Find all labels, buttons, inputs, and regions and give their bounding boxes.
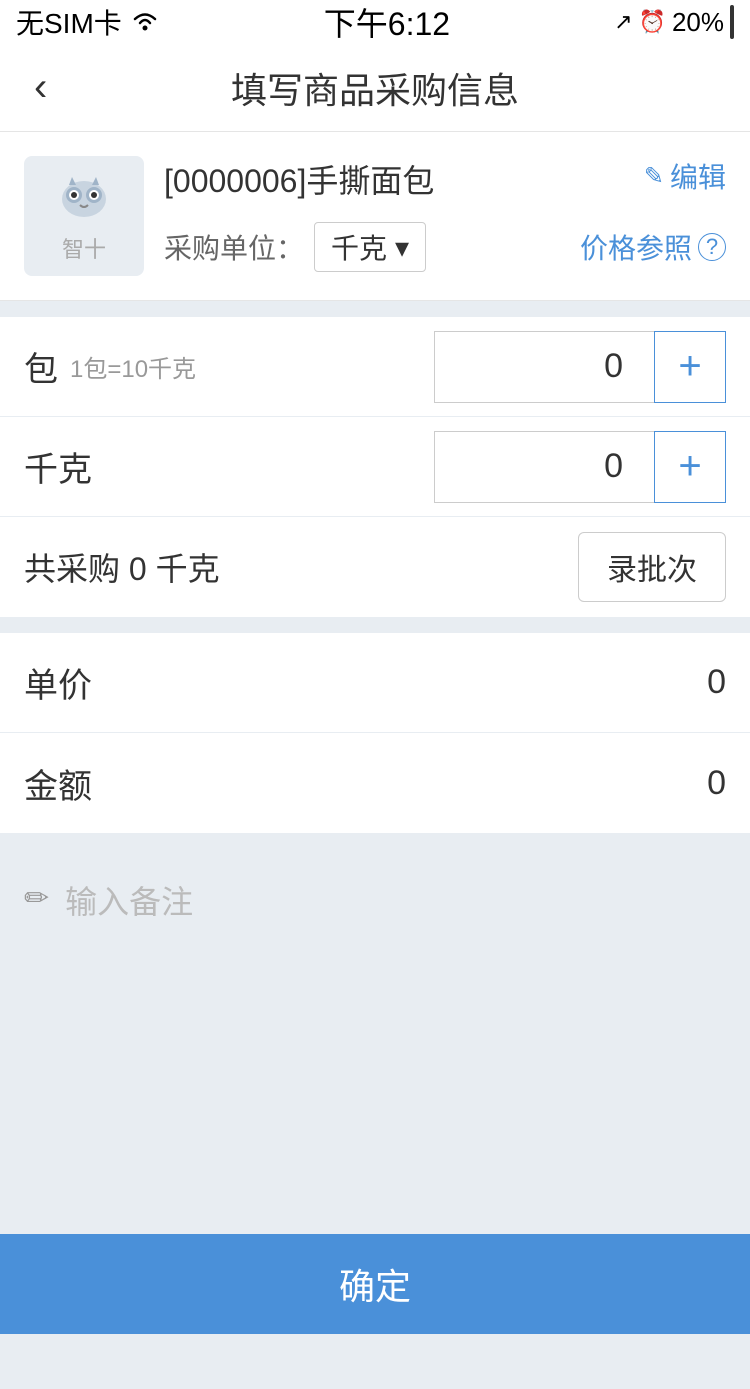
summary-text: 共采购 0 千克 (24, 544, 220, 590)
kg-input-row: 千克 + (0, 417, 750, 517)
divider-1 (0, 301, 750, 317)
divider-2 (0, 617, 750, 633)
owl-icon (54, 169, 114, 228)
bag-plus-icon: + (678, 344, 701, 389)
quantity-section: 包 1包=10千克 + 千克 + (0, 317, 750, 517)
page-title: 填写商品采购信息 (231, 62, 519, 114)
kg-label: 千克 (24, 442, 184, 491)
bag-input-wrap: + (434, 331, 726, 403)
owl-label: 智十 (62, 232, 106, 264)
purchase-unit-label: 采购单位： (164, 227, 304, 267)
back-button[interactable]: ‹ (24, 55, 57, 120)
unit-selector[interactable]: 千克 ▾ (314, 222, 426, 272)
confirm-bar[interactable]: 确定 (0, 1234, 750, 1334)
price-ref-icon: ? (698, 233, 726, 261)
amount-value: 0 (707, 764, 726, 803)
bag-sublabel: 1包=10千克 (70, 349, 196, 384)
summary-row: 共采购 0 千克 录批次 (0, 517, 750, 617)
product-image: 智十 (24, 156, 144, 276)
amount-row: 金额 0 (0, 733, 750, 833)
kg-input-wrap: + (434, 431, 726, 503)
nav-bar: ‹ 填写商品采购信息 (0, 44, 750, 132)
kg-quantity-input[interactable] (434, 431, 654, 503)
edit-label: 编辑 (670, 156, 726, 196)
status-right: ↗ ⏰ 20% (614, 7, 734, 38)
status-bar: 无SIM卡 下午6:12 ↗ ⏰ 20% (0, 0, 750, 44)
remark-section[interactable]: ✏ 输入备注 (0, 849, 750, 969)
kg-plus-icon: + (678, 444, 701, 489)
wifi-icon (130, 6, 160, 38)
unit-price-value: 0 (707, 663, 726, 702)
pencil-icon: ✏ (24, 881, 49, 916)
battery-percent: 20% (672, 7, 724, 38)
product-info: [0000006]手撕面包 ✎ 编辑 采购单位： 千克 ▾ 价格参照 ? (164, 156, 726, 272)
kg-label-text: 千克 (24, 442, 92, 491)
dropdown-icon: ▾ (395, 231, 409, 264)
bag-label: 包 1包=10千克 (24, 342, 196, 391)
confirm-label: 确定 (339, 1258, 411, 1310)
unit-price-label: 单价 (24, 658, 92, 707)
status-left: 无SIM卡 (16, 2, 160, 42)
bag-plus-button[interactable]: + (654, 331, 726, 403)
unit-value: 千克 (331, 227, 387, 267)
gps-icon: ↗ (614, 9, 632, 35)
price-section: 单价 0 金额 0 (0, 633, 750, 833)
price-ref-button[interactable]: 价格参照 ? (580, 227, 726, 267)
battery-icon (730, 7, 734, 38)
batch-button[interactable]: 录批次 (578, 532, 726, 602)
product-name: [0000006]手撕面包 (164, 156, 434, 202)
alarm-icon: ⏰ (639, 9, 666, 35)
bag-input-row: 包 1包=10千克 + (0, 317, 750, 417)
edit-icon: ✎ (644, 162, 664, 191)
product-card: 智十 [0000006]手撕面包 ✎ 编辑 采购单位： 千克 ▾ (0, 132, 750, 301)
carrier-label: 无SIM卡 (16, 2, 122, 42)
status-time: 下午6:12 (324, 0, 450, 45)
unit-price-row: 单价 0 (0, 633, 750, 733)
price-ref-label: 价格参照 (580, 227, 692, 267)
bag-label-text: 包 (24, 342, 58, 391)
edit-button[interactable]: ✎ 编辑 (644, 156, 726, 196)
bag-quantity-input[interactable] (434, 331, 654, 403)
main-content: 智十 [0000006]手撕面包 ✎ 编辑 采购单位： 千克 ▾ (0, 132, 750, 1389)
amount-label: 金额 (24, 759, 92, 808)
kg-plus-button[interactable]: + (654, 431, 726, 503)
purchase-unit: 采购单位： 千克 ▾ (164, 222, 426, 272)
remark-placeholder: 输入备注 (65, 877, 193, 923)
